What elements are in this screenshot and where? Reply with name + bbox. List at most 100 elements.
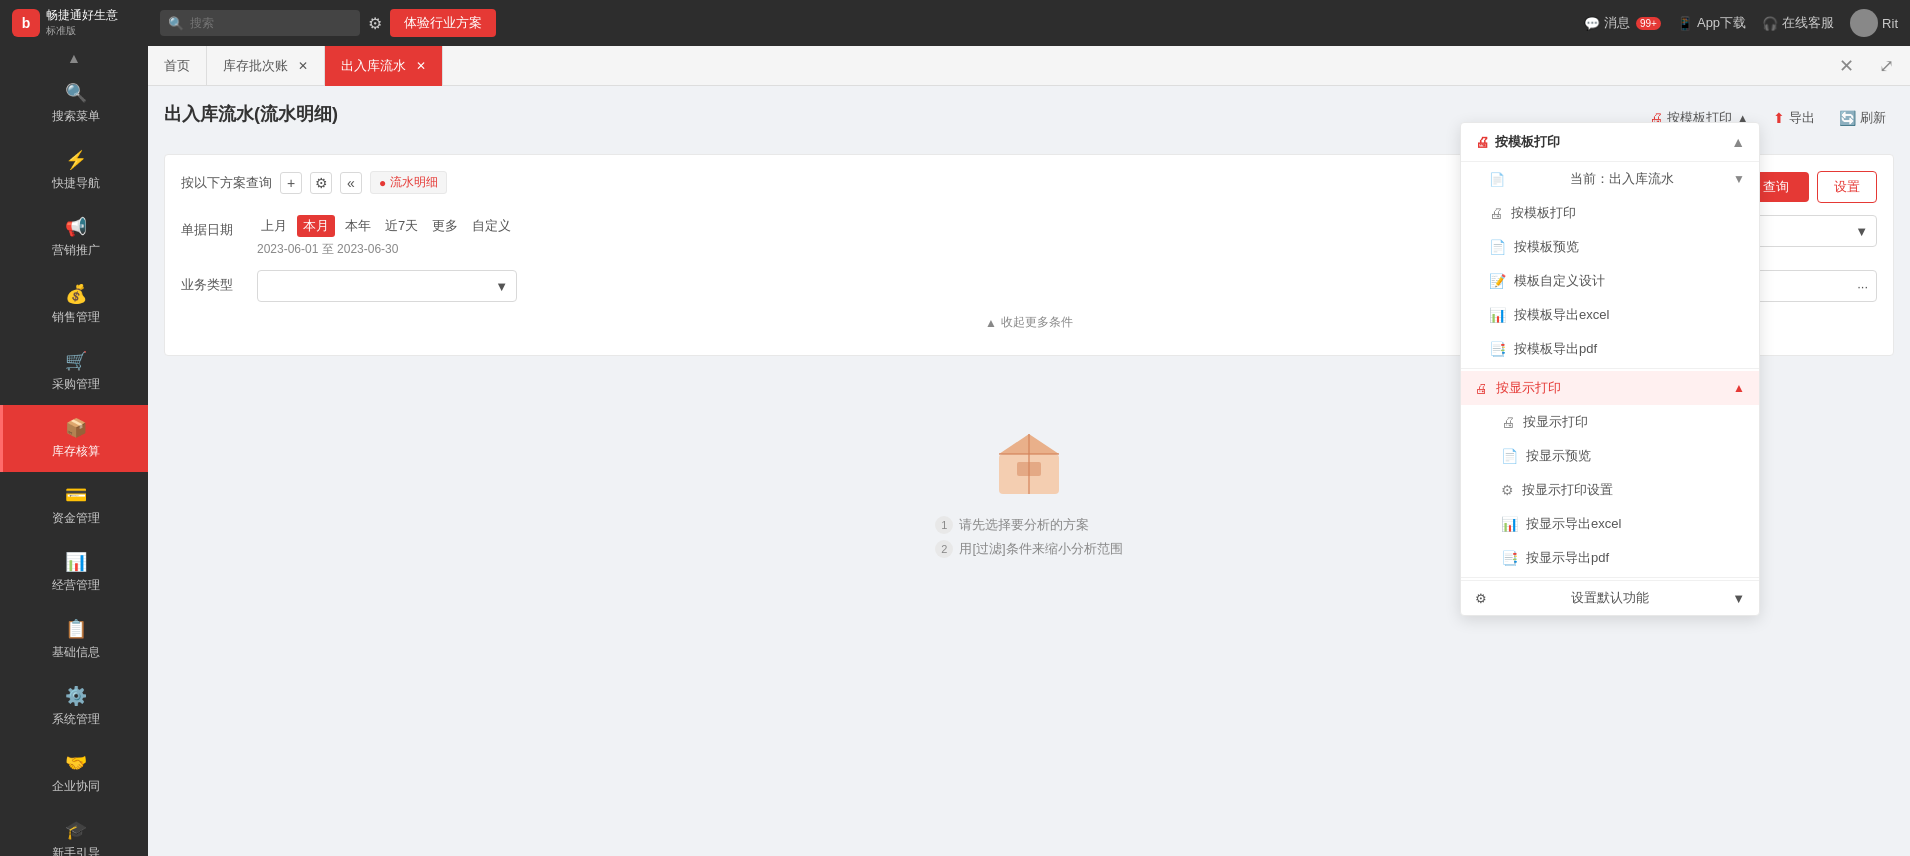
dp-display-item-label: 按显示预览 [1526, 447, 1591, 465]
dp-display-section-header[interactable]: 🖨 按显示打印 ▲ [1461, 371, 1759, 405]
print-dropdown-panel: 🖨 按模板打印 ▲ 📄 当前：出入库流水 ▼ 🖨按模板打印📄按模板预览 📝 模板自定… [1460, 122, 1760, 616]
date-filter-group: 上月本月本年近7天更多自定义 2023-06-01 至 2023-06-30 [257, 215, 515, 258]
finance-icon: 💳 [65, 484, 87, 506]
dp-display-item-按显示导出pdf[interactable]: 📑 按显示导出pdf [1461, 541, 1759, 575]
sidebar-item-search[interactable]: 🔍搜索菜单 [0, 70, 148, 137]
dp-template-item-模板自定义设计[interactable]: 📝 模板自定义设计 [1461, 264, 1759, 298]
filter-tag-label: 流水明细 [390, 174, 438, 191]
dp-item-label: 按模板导出excel [1514, 306, 1609, 324]
date-shortcut-本年[interactable]: 本年 [341, 215, 375, 237]
customer-service-label: 在线客服 [1782, 14, 1834, 32]
date-shortcut-上月[interactable]: 上月 [257, 215, 291, 237]
date-shortcut-本月[interactable]: 本月 [297, 215, 335, 237]
date-shortcuts: 上月本月本年近7天更多自定义 [257, 215, 515, 237]
biz-type-select[interactable]: ▼ [257, 270, 517, 302]
dp-display-item-按显示打印[interactable]: 🖨按显示打印 [1461, 405, 1759, 439]
dp-item-label: 按模板打印 [1511, 204, 1576, 222]
tab-close-batch-account[interactable]: ✕ [298, 59, 308, 73]
dp-item-label: 模板自定义设计 [1514, 272, 1605, 290]
customer-service-btn[interactable]: 🎧 在线客服 [1762, 14, 1834, 32]
sidebar-item-finance[interactable]: 💳资金管理 [0, 472, 148, 539]
dp-display-item-按显示预览[interactable]: 📄 按显示预览 [1461, 439, 1759, 473]
dp-template-heading: 按模板打印 [1495, 133, 1560, 151]
dp-display-item-icon: 📑 [1501, 550, 1518, 566]
dp-display-item-icon: ⚙ [1501, 482, 1514, 498]
app-badge: 标准版 [46, 24, 118, 38]
sidebar-item-corp[interactable]: 🤝企业协同 [0, 740, 148, 807]
filter-tag-item[interactable]: ● 流水明细 [370, 171, 447, 194]
sidebar-scroll-up[interactable]: ▲ [0, 46, 148, 70]
user-name: Rit [1882, 16, 1898, 31]
sidebar-item-quick-nav[interactable]: ⚡快捷导航 [0, 137, 148, 204]
date-shortcut-自定义[interactable]: 自定义 [468, 215, 515, 237]
dp-template-item-按模板导出excel[interactable]: 📊 按模板导出excel [1461, 298, 1759, 332]
top-search-bar[interactable]: 🔍 [160, 10, 360, 36]
purchase-icon: 🛒 [65, 350, 87, 372]
sidebar: ▲ 🔍搜索菜单⚡快捷导航📢营销推广💰销售管理🛒采购管理📦库存核算💳资金管理📊经营… [0, 46, 148, 856]
top-right-actions: 💬 消息 99+ 📱 App下载 🎧 在线客服 Rit [1584, 9, 1898, 37]
sidebar-label-search: 搜索菜单 [52, 108, 100, 125]
tab-expand[interactable]: ⤢ [1870, 50, 1902, 82]
message-icon: 💬 [1584, 16, 1600, 31]
dp-display-item-按显示导出excel[interactable]: 📊按显示导出excel [1461, 507, 1759, 541]
sidebar-label-marketing: 营销推广 [52, 242, 100, 259]
date-shortcut-更多[interactable]: 更多 [428, 215, 462, 237]
dp-header-arrow[interactable]: ▲ [1731, 134, 1745, 150]
dp-display-item-按显示打印设置[interactable]: ⚙按显示打印设置 [1461, 473, 1759, 507]
dp-display-items: 🖨按显示打印 📄 按显示预览 ⚙按显示打印设置📊按显示导出excel 📑 按显示导出pdf [1461, 405, 1759, 575]
tab-close-inout-flow[interactable]: ✕ [416, 59, 426, 73]
app-download-icon: 📱 [1677, 16, 1693, 31]
sidebar-item-basic[interactable]: 📋基础信息 [0, 606, 148, 673]
empty-tip-1: 1 请先选择要分析的方案 [935, 516, 1122, 534]
filter-collapse-arrow-btn[interactable]: « [340, 172, 362, 194]
dp-footer-icon: ⚙ [1475, 591, 1487, 606]
biz-type-chevron-icon: ▼ [495, 279, 508, 294]
tab-bar: 首页库存批次账✕出入库流水✕ ✕ ⤢ [148, 46, 1910, 86]
dp-display-item-icon: 📄 [1501, 448, 1518, 464]
date-shortcut-近7天[interactable]: 近7天 [381, 215, 422, 237]
dp-item-icon: 📝 [1489, 273, 1506, 289]
tab-close-all[interactable]: ✕ [1830, 50, 1862, 82]
dp-footer[interactable]: ⚙ 设置默认功能 ▼ [1461, 580, 1759, 615]
dp-template-item-按模板预览[interactable]: 📄按模板预览 [1461, 230, 1759, 264]
dp-current-item[interactable]: 📄 当前：出入库流水 ▼ [1461, 162, 1759, 196]
tab-inout-flow[interactable]: 出入库流水✕ [325, 46, 443, 86]
filter-add-plus-btn[interactable]: + [280, 172, 302, 194]
search-input[interactable] [190, 16, 330, 30]
topbar-gear-icon[interactable]: ⚙ [368, 14, 382, 33]
page-title: 出入库流水(流水明细) [164, 102, 338, 126]
dp-display-item-label: 按显示导出pdf [1526, 549, 1609, 567]
dp-template-item-按模板导出pdf[interactable]: 📑按模板导出pdf [1461, 332, 1759, 366]
app-name: 畅捷通好生意 [46, 8, 118, 24]
tab-batch-account[interactable]: 库存批次账✕ [207, 46, 325, 86]
sidebar-item-sales[interactable]: 💰销售管理 [0, 271, 148, 338]
export-btn[interactable]: ⬆ 导出 [1765, 105, 1823, 131]
dp-item-icon: 📊 [1489, 307, 1506, 323]
refresh-btn[interactable]: 🔄 刷新 [1831, 105, 1894, 131]
sidebar-item-inventory[interactable]: 📦库存核算 [0, 405, 148, 472]
dp-display-icon: 🖨 [1475, 381, 1488, 396]
sidebar-item-marketing[interactable]: 📢营销推广 [0, 204, 148, 271]
dp-footer-arrow: ▼ [1732, 591, 1745, 606]
tab-home[interactable]: 首页 [148, 46, 207, 86]
user-area[interactable]: Rit [1850, 9, 1898, 37]
setting-button[interactable]: 设置 [1817, 171, 1877, 203]
sidebar-item-purchase[interactable]: 🛒采购管理 [0, 338, 148, 405]
filter-settings-btn[interactable]: ⚙ [310, 172, 332, 194]
collapse-label: 收起更多条件 [1001, 314, 1073, 331]
content-area: 首页库存批次账✕出入库流水✕ ✕ ⤢ 出入库流水(流水明细) 🖨 按模板打印 ▲ [148, 46, 1910, 856]
empty-icon [989, 424, 1069, 504]
sidebar-item-operation[interactable]: 📊经营管理 [0, 539, 148, 606]
sidebar-item-system[interactable]: ⚙️系统管理 [0, 673, 148, 740]
dp-item-label: 按模板导出pdf [1514, 340, 1597, 358]
headset-icon: 🎧 [1762, 16, 1778, 31]
industry-btn[interactable]: 体验行业方案 [390, 9, 496, 37]
avatar [1850, 9, 1878, 37]
app-download-btn[interactable]: 📱 App下载 [1677, 14, 1746, 32]
refresh-label: 刷新 [1860, 109, 1886, 127]
dp-template-item-按模板打印[interactable]: 🖨按模板打印 [1461, 196, 1759, 230]
sidebar-label-sales: 销售管理 [52, 309, 100, 326]
sidebar-item-guide[interactable]: 🎓新手引导 [0, 807, 148, 856]
tab-actions: ✕ ⤢ [1830, 50, 1910, 82]
message-btn[interactable]: 💬 消息 99+ [1584, 14, 1661, 32]
